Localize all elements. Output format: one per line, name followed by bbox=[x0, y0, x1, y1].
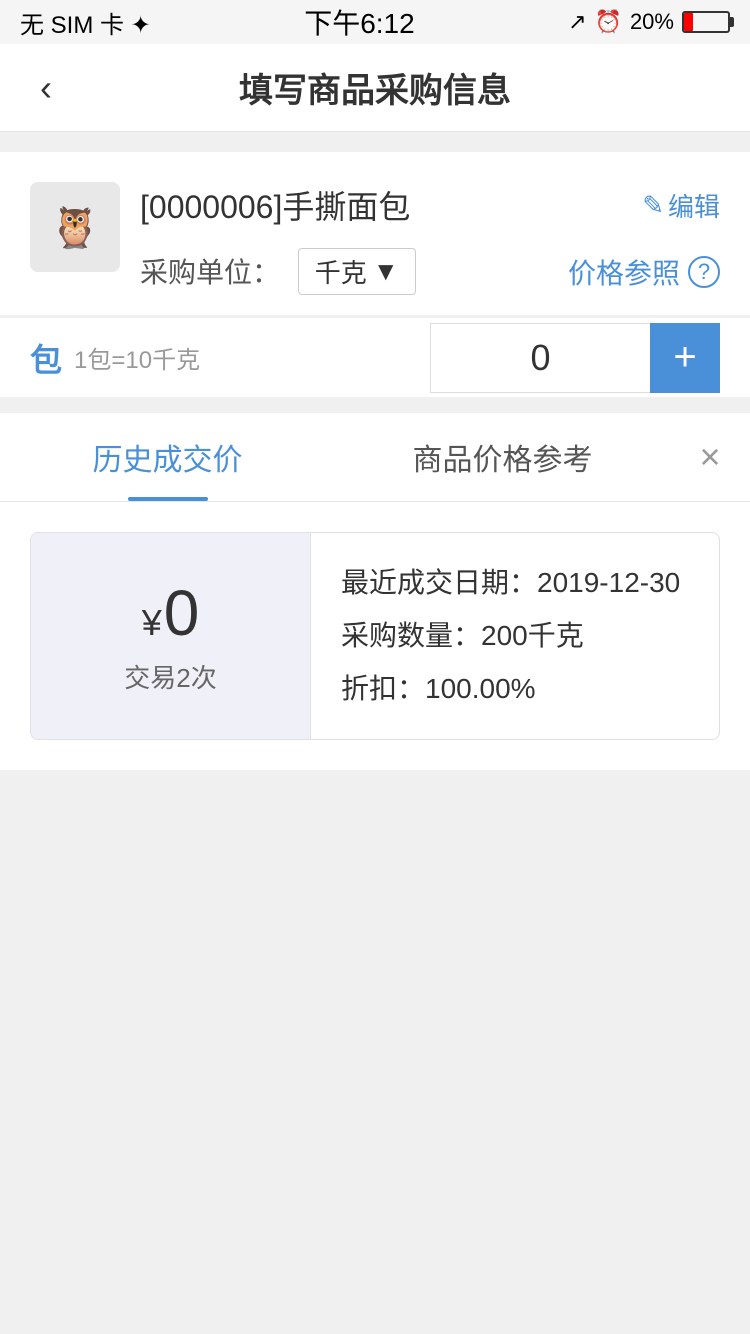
edit-button[interactable]: ✎ 编辑 bbox=[642, 187, 720, 224]
price-card: ¥ 0 交易2次 最近成交日期：2019-12-30 采购数量：200千克 折扣… bbox=[30, 532, 720, 740]
recent-date-row: 最近成交日期：2019-12-30 bbox=[341, 563, 689, 602]
tab-bar: 历史成交价 商品价格参考 × bbox=[0, 413, 750, 502]
price-card-right: 最近成交日期：2019-12-30 采购数量：200千克 折扣：100.00% bbox=[311, 533, 719, 739]
battery-fill bbox=[684, 13, 693, 31]
location-icon: ↗ bbox=[568, 9, 586, 35]
price-ref-label: 价格参照 bbox=[568, 252, 680, 292]
product-logo: 🦉 bbox=[30, 182, 120, 272]
discount-value: 100.00% bbox=[425, 673, 536, 704]
purchase-qty-value: 200千克 bbox=[481, 620, 584, 651]
price-card-section: ¥ 0 交易2次 最近成交日期：2019-12-30 采购数量：200千克 折扣… bbox=[0, 502, 750, 770]
product-section: 🦉 [0000006]手撕面包 ✎ 编辑 采购单位： 千克 ▼ bbox=[0, 152, 750, 315]
quantity-section: 包 1包=10千克 0 + bbox=[0, 317, 750, 397]
price-card-left: ¥ 0 交易2次 bbox=[31, 533, 311, 739]
alarm-icon: ⏰ bbox=[595, 9, 622, 35]
help-label: ? bbox=[698, 259, 710, 285]
battery-icon bbox=[682, 11, 730, 33]
tab-history-price[interactable]: 历史成交价 bbox=[0, 413, 335, 501]
section-divider bbox=[0, 397, 750, 413]
price-amount: 0 bbox=[164, 576, 200, 650]
price-value: ¥ 0 bbox=[142, 576, 200, 650]
nav-bar: ‹ 填写商品采购信息 bbox=[0, 44, 750, 132]
battery-percent: 20% bbox=[630, 9, 674, 35]
purchase-unit-row: 采购单位： 千克 ▼ bbox=[140, 248, 416, 295]
unit-conversion: 1包=10千克 bbox=[74, 340, 200, 375]
edit-label: 编辑 bbox=[668, 187, 720, 224]
status-left: 无 SIM 卡 ✦ bbox=[20, 5, 151, 40]
main-content: 🦉 [0000006]手撕面包 ✎ 编辑 采购单位： 千克 ▼ bbox=[0, 152, 750, 952]
purchase-qty-label: 采购数量： bbox=[341, 620, 481, 651]
product-row: 🦉 [0000006]手撕面包 ✎ 编辑 采购单位： 千克 ▼ bbox=[30, 182, 720, 295]
page-title: 填写商品采购信息 bbox=[239, 63, 511, 112]
tab-close-button[interactable]: × bbox=[670, 413, 750, 501]
back-button[interactable]: ‹ bbox=[30, 57, 62, 119]
unit-value: 千克 bbox=[315, 253, 367, 290]
tab-product-price-ref[interactable]: 商品价格参考 bbox=[335, 413, 670, 501]
quantity-plus-button[interactable]: + bbox=[650, 323, 720, 393]
logo-icon: 🦉 bbox=[50, 204, 100, 251]
price-ref-button[interactable]: 价格参照 ? bbox=[568, 252, 720, 292]
help-icon: ? bbox=[688, 256, 720, 288]
recent-date-label: 最近成交日期： bbox=[341, 567, 537, 598]
product-name-row: [0000006]手撕面包 ✎ 编辑 bbox=[140, 182, 720, 228]
unit-select[interactable]: 千克 ▼ bbox=[298, 248, 416, 295]
tab-history-label: 历史成交价 bbox=[93, 435, 243, 479]
quantity-input[interactable]: 0 bbox=[430, 323, 650, 393]
purchase-qty-row: 采购数量：200千克 bbox=[341, 616, 689, 655]
currency-symbol: ¥ bbox=[142, 602, 162, 644]
discount-label: 折扣： bbox=[341, 673, 425, 704]
unit-badge: 包 bbox=[30, 335, 62, 381]
status-bar: 无 SIM 卡 ✦ 下午6:12 ↗ ⏰ 20% bbox=[0, 0, 750, 44]
product-details: [0000006]手撕面包 ✎ 编辑 采购单位： 千克 ▼ bbox=[140, 182, 720, 295]
time-label: 下午6:12 bbox=[304, 2, 415, 42]
trade-count: 交易2次 bbox=[124, 658, 216, 695]
product-name: [0000006]手撕面包 bbox=[140, 182, 410, 228]
quantity-label-row: 包 1包=10千克 bbox=[30, 335, 200, 381]
edit-icon: ✎ bbox=[642, 190, 664, 221]
purchase-unit-label: 采购单位： bbox=[140, 257, 280, 288]
discount-row: 折扣：100.00% bbox=[341, 669, 689, 708]
quantity-input-row: 0 + bbox=[430, 323, 720, 393]
purchase-row: 采购单位： 千克 ▼ 价格参照 ? bbox=[140, 248, 720, 295]
chevron-down-icon: ▼ bbox=[373, 256, 399, 287]
signal-label: 无 SIM 卡 ✦ bbox=[20, 5, 151, 40]
status-right: ↗ ⏰ 20% bbox=[568, 9, 730, 35]
tab-active-indicator bbox=[128, 497, 208, 501]
tab-product-label: 商品价格参考 bbox=[413, 435, 593, 479]
recent-date-value: 2019-12-30 bbox=[537, 567, 680, 598]
